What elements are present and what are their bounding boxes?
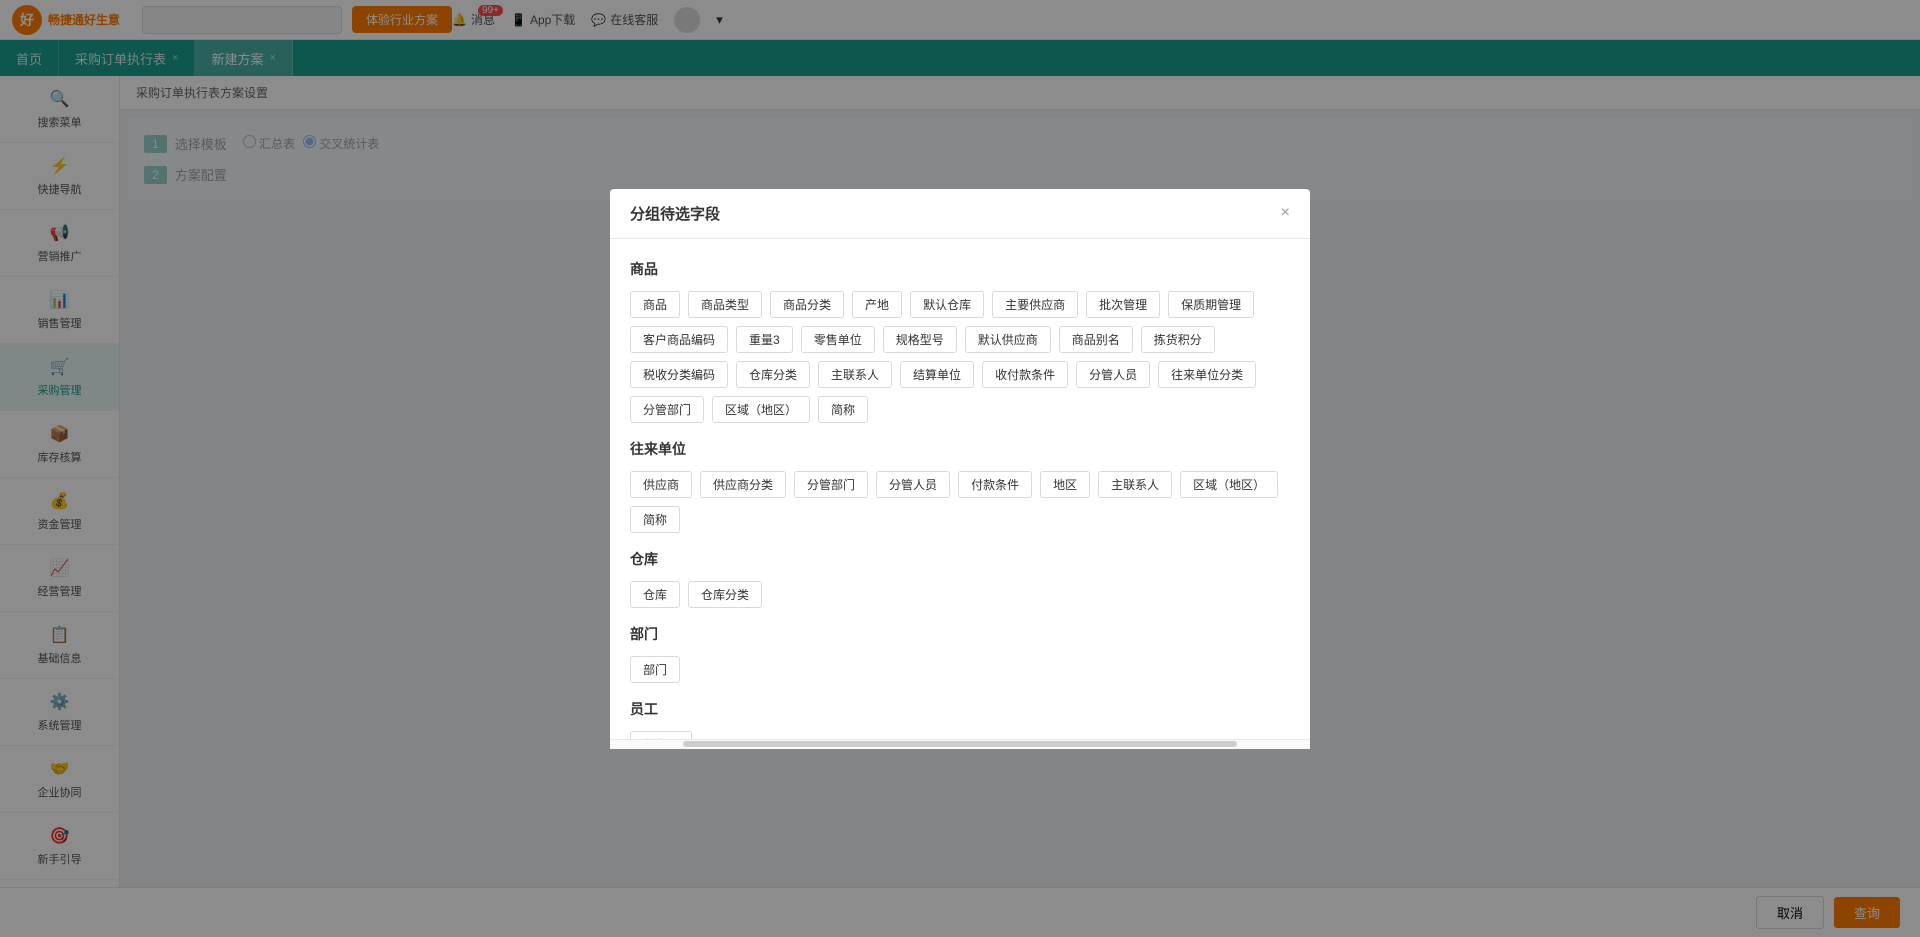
section-title-counterpart: 往来单位 [630,439,1290,459]
field-tag-dept-dept[interactable]: 部门 [630,656,680,683]
field-tag-goods-settlement-unit[interactable]: 结算单位 [900,361,974,388]
field-group-warehouse: 仓库 仓库分类 [630,581,1290,608]
section-title-warehouse: 仓库 [630,549,1290,569]
field-tag-wh-warehouse[interactable]: 仓库 [630,581,680,608]
field-tag-goods-spec-model[interactable]: 规格型号 [883,326,957,353]
field-tag-goods-type[interactable]: 商品类型 [688,291,762,318]
field-tag-goods-default-warehouse[interactable]: 默认仓库 [910,291,984,318]
field-tag-goods-alias[interactable]: 商品别名 [1059,326,1133,353]
field-tag-wh-category[interactable]: 仓库分类 [688,581,762,608]
modal-header: 分组待选字段 × [610,189,1310,239]
modal-body: 商品 商品 商品类型 商品分类 产地 默认仓库 主要供应商 批次管理 保质期管理… [610,239,1310,740]
field-tag-goods-tax-code[interactable]: 税收分类编码 [630,361,728,388]
modal-close-button[interactable]: × [1281,205,1290,221]
field-tag-goods-weight3[interactable]: 重量3 [736,326,793,353]
field-tag-goods-batch-mgmt[interactable]: 批次管理 [1086,291,1160,318]
field-tag-emp-salesperson[interactable]: 业务员 [630,731,692,740]
field-tag-cp-supplier[interactable]: 供应商 [630,471,692,498]
field-group-dept: 部门 [630,656,1290,683]
field-tag-cp-supplier-category[interactable]: 供应商分类 [700,471,786,498]
field-tag-cp-dept[interactable]: 分管部门 [794,471,868,498]
field-selection-modal: 分组待选字段 × 商品 商品 商品类型 商品分类 产地 默认仓库 主要供应商 批… [610,189,1310,749]
field-tag-goods-counterpart-category[interactable]: 往来单位分类 [1158,361,1256,388]
field-tag-cp-region2[interactable]: 区域（地区） [1180,471,1278,498]
field-group-employee: 业务员 [630,731,1290,740]
field-tag-goods-payment-terms[interactable]: 收付款条件 [982,361,1068,388]
field-tag-cp-shortname[interactable]: 简称 [630,506,680,533]
field-tag-goods-product[interactable]: 商品 [630,291,680,318]
field-tag-goods-shortname[interactable]: 简称 [818,396,868,423]
field-tag-goods-warehouse-category[interactable]: 仓库分类 [736,361,810,388]
field-tag-goods-expiry-mgmt[interactable]: 保质期管理 [1168,291,1254,318]
field-tag-goods-default-supplier[interactable]: 默认供应商 [965,326,1051,353]
field-group-counterpart: 供应商 供应商分类 分管部门 分管人员 付款条件 地区 主联系人 区域（地区） … [630,471,1290,533]
field-tag-goods-main-contact[interactable]: 主联系人 [818,361,892,388]
field-tag-goods-retail-unit[interactable]: 零售单位 [801,326,875,353]
field-tag-cp-region[interactable]: 地区 [1040,471,1090,498]
field-tag-goods-origin[interactable]: 产地 [852,291,902,318]
modal-horizontal-scrollbar[interactable] [610,739,1310,748]
field-tag-cp-supervisor[interactable]: 分管人员 [876,471,950,498]
field-tag-goods-region[interactable]: 区域（地区） [712,396,810,423]
field-tag-goods-category[interactable]: 商品分类 [770,291,844,318]
modal-title: 分组待选字段 [630,203,720,224]
modal-overlay: 分组待选字段 × 商品 商品 商品类型 商品分类 产地 默认仓库 主要供应商 批… [0,0,1920,937]
field-tag-goods-supervisor[interactable]: 分管人员 [1076,361,1150,388]
field-tag-cp-payment-terms[interactable]: 付款条件 [958,471,1032,498]
section-title-dept: 部门 [630,624,1290,644]
field-group-goods: 商品 商品类型 商品分类 产地 默认仓库 主要供应商 批次管理 保质期管理 客户… [630,291,1290,423]
field-tag-goods-supervise-dept[interactable]: 分管部门 [630,396,704,423]
section-title-employee: 员工 [630,699,1290,719]
section-title-goods: 商品 [630,259,1290,279]
field-tag-goods-main-supplier[interactable]: 主要供应商 [992,291,1078,318]
field-tag-cp-main-contact[interactable]: 主联系人 [1098,471,1172,498]
field-tag-goods-pick-points[interactable]: 拣货积分 [1141,326,1215,353]
field-tag-goods-customer-code[interactable]: 客户商品编码 [630,326,728,353]
